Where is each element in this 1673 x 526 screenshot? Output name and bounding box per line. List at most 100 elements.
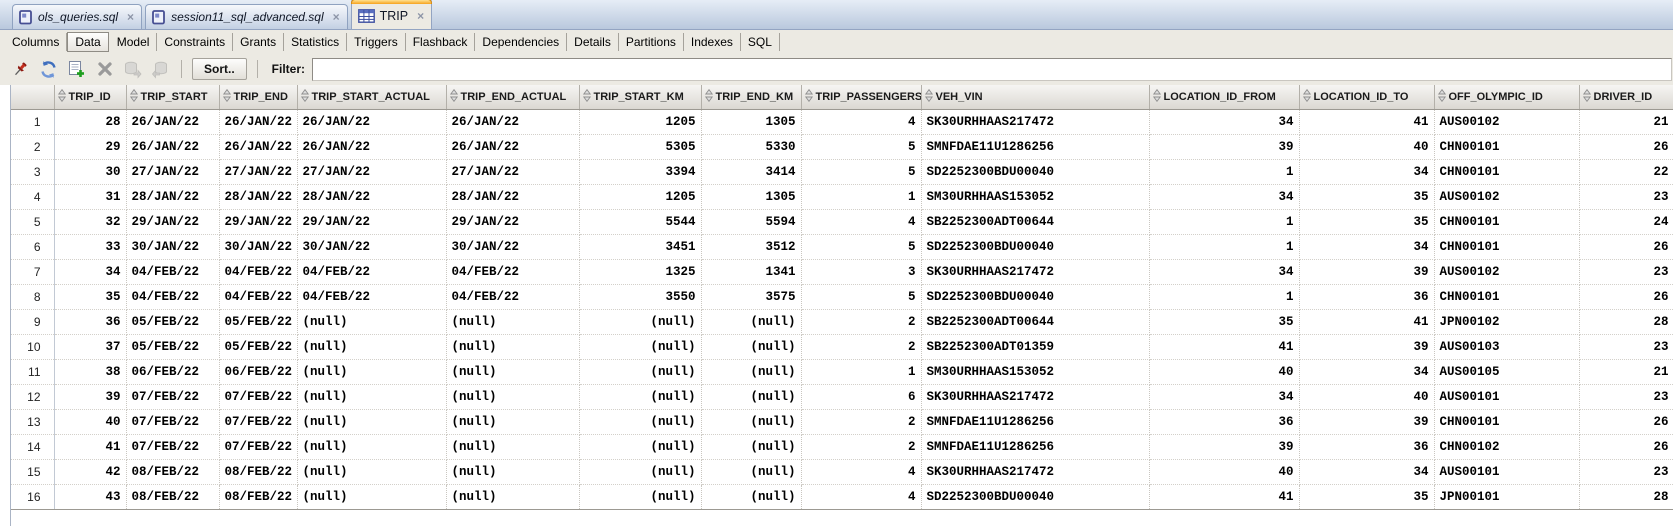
table-cell[interactable]: 34: [1149, 259, 1300, 285]
table-cell[interactable]: 05/FEB/22: [126, 334, 220, 360]
table-cell[interactable]: 07/FEB/22: [219, 409, 298, 435]
table-cell[interactable]: 34: [1149, 109, 1300, 135]
table-cell[interactable]: (null): [701, 459, 802, 485]
column-header-trip-start-actual[interactable]: TRIP_START_ACTUAL: [297, 85, 447, 110]
table-cell[interactable]: 34: [1299, 234, 1435, 260]
table-cell[interactable]: 07/FEB/22: [219, 384, 298, 410]
table-cell[interactable]: 1325: [579, 259, 702, 285]
table-cell[interactable]: 27/JAN/22: [219, 159, 298, 185]
table-cell[interactable]: (null): [446, 409, 580, 435]
table-cell[interactable]: 05/FEB/22: [219, 309, 298, 335]
table-cell[interactable]: 04/FEB/22: [219, 284, 298, 310]
table-cell[interactable]: (null): [579, 459, 702, 485]
table-cell[interactable]: 06/FEB/22: [219, 359, 298, 385]
table-cell[interactable]: 5: [801, 284, 922, 310]
table-cell[interactable]: 28: [1579, 309, 1673, 335]
table-cell[interactable]: CHN00101: [1434, 409, 1580, 435]
tab-constraints[interactable]: Constraints: [157, 32, 234, 51]
table-cell[interactable]: CHN00101: [1434, 134, 1580, 160]
table-cell[interactable]: 26/JAN/22: [446, 134, 580, 160]
table-cell[interactable]: AUS00102: [1434, 184, 1580, 210]
table-cell[interactable]: 41: [54, 434, 127, 460]
table-cell[interactable]: 08/FEB/22: [126, 484, 220, 510]
table-cell[interactable]: 2: [801, 434, 922, 460]
table-cell[interactable]: 26/JAN/22: [126, 109, 220, 135]
table-cell[interactable]: SK30URHHAAS217472: [921, 459, 1150, 485]
table-cell[interactable]: 27/JAN/22: [446, 159, 580, 185]
row-number[interactable]: 1: [11, 109, 55, 135]
row-number[interactable]: 2: [11, 134, 55, 160]
table-cell[interactable]: 04/FEB/22: [219, 259, 298, 285]
table-cell[interactable]: CHN00101: [1434, 234, 1580, 260]
table-cell[interactable]: 1: [801, 359, 922, 385]
row-number[interactable]: 10: [11, 334, 55, 360]
table-cell[interactable]: 41: [1149, 334, 1300, 360]
table-cell[interactable]: SB2252300ADT00644: [921, 209, 1150, 235]
column-header-trip-end-actual[interactable]: TRIP_END_ACTUAL: [446, 85, 580, 110]
table-cell[interactable]: 35: [54, 284, 127, 310]
table-cell[interactable]: (null): [701, 409, 802, 435]
table-cell[interactable]: (null): [579, 359, 702, 385]
table-cell[interactable]: 26/JAN/22: [297, 134, 447, 160]
table-cell[interactable]: 26: [1579, 284, 1673, 310]
column-header-veh-vin[interactable]: VEH_VIN: [921, 85, 1150, 110]
table-cell[interactable]: 39: [1299, 259, 1435, 285]
table-cell[interactable]: SD2252300BDU00040: [921, 159, 1150, 185]
table-cell[interactable]: (null): [446, 384, 580, 410]
table-cell[interactable]: 5305: [579, 134, 702, 160]
table-cell[interactable]: 1205: [579, 109, 702, 135]
table-cell[interactable]: 07/FEB/22: [219, 434, 298, 460]
table-cell[interactable]: (null): [701, 309, 802, 335]
table-cell[interactable]: 26/JAN/22: [126, 134, 220, 160]
tab-model[interactable]: Model: [110, 32, 158, 51]
tab-indexes[interactable]: Indexes: [684, 32, 741, 51]
row-number[interactable]: 13: [11, 409, 55, 435]
column-header-driver-id[interactable]: DRIVER_ID: [1579, 85, 1673, 110]
table-cell[interactable]: (null): [297, 359, 447, 385]
table-cell[interactable]: SM30URHHAAS153052: [921, 359, 1150, 385]
table-cell[interactable]: 39: [1149, 434, 1300, 460]
table-cell[interactable]: 40: [1149, 459, 1300, 485]
column-header-trip-end[interactable]: TRIP_END: [219, 85, 298, 110]
table-cell[interactable]: (null): [446, 334, 580, 360]
table-cell[interactable]: 29/JAN/22: [126, 209, 220, 235]
table-cell[interactable]: (null): [297, 434, 447, 460]
table-cell[interactable]: CHN00101: [1434, 284, 1580, 310]
table-cell[interactable]: 4: [801, 484, 922, 510]
table-cell[interactable]: 1: [1149, 159, 1300, 185]
table-cell[interactable]: 34: [1299, 459, 1435, 485]
table-cell[interactable]: 39: [1299, 334, 1435, 360]
close-icon[interactable]: ×: [127, 10, 134, 24]
rollback-button[interactable]: [148, 57, 173, 82]
table-cell[interactable]: 04/FEB/22: [446, 284, 580, 310]
table-cell[interactable]: 3451: [579, 234, 702, 260]
table-cell[interactable]: 05/FEB/22: [219, 334, 298, 360]
table-cell[interactable]: 26/JAN/22: [219, 109, 298, 135]
table-cell[interactable]: 5544: [579, 209, 702, 235]
table-cell[interactable]: 21: [1579, 109, 1673, 135]
table-cell[interactable]: 28: [54, 109, 127, 135]
refresh-button[interactable]: [36, 57, 61, 82]
row-number[interactable]: 7: [11, 259, 55, 285]
table-cell[interactable]: 34: [1299, 359, 1435, 385]
row-number[interactable]: 6: [11, 234, 55, 260]
table-cell[interactable]: 38: [54, 359, 127, 385]
table-cell[interactable]: 3575: [701, 284, 802, 310]
table-cell[interactable]: (null): [701, 384, 802, 410]
column-header-trip-start-km[interactable]: TRIP_START_KM: [579, 85, 702, 110]
table-cell[interactable]: (null): [446, 434, 580, 460]
table-cell[interactable]: (null): [579, 484, 702, 510]
row-number[interactable]: 15: [11, 459, 55, 485]
table-cell[interactable]: 4: [801, 459, 922, 485]
table-cell[interactable]: SB2252300ADT01359: [921, 334, 1150, 360]
file-tab-session11-sql-advanced-sql[interactable]: session11_sql_advanced.sql ×: [145, 4, 348, 29]
table-cell[interactable]: 05/FEB/22: [126, 309, 220, 335]
table-cell[interactable]: 34: [1149, 384, 1300, 410]
table-cell[interactable]: (null): [297, 309, 447, 335]
sort-button[interactable]: Sort..: [192, 58, 247, 80]
table-cell[interactable]: 30/JAN/22: [219, 234, 298, 260]
table-cell[interactable]: 28/JAN/22: [446, 184, 580, 210]
table-cell[interactable]: AUS00101: [1434, 384, 1580, 410]
column-header-trip-end-km[interactable]: TRIP_END_KM: [701, 85, 802, 110]
table-cell[interactable]: (null): [701, 484, 802, 510]
